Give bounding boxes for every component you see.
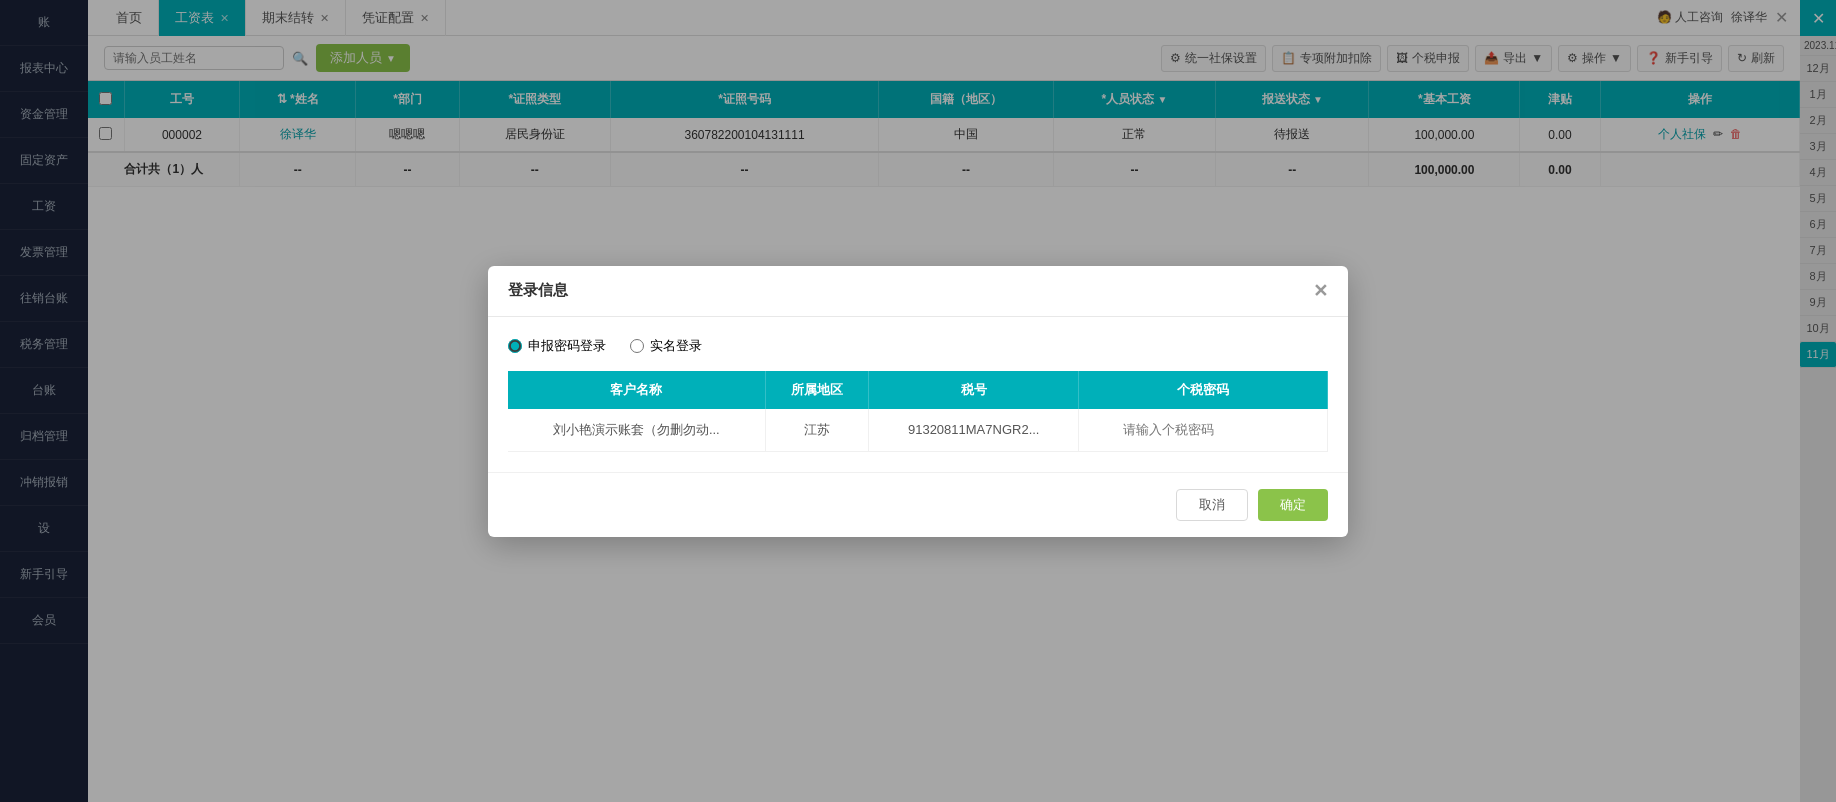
- client-tax-password-cell: [1079, 409, 1328, 452]
- dialog-close-button[interactable]: ✕: [1313, 280, 1328, 302]
- cancel-button[interactable]: 取消: [1176, 489, 1248, 521]
- client-table: 客户名称 所属地区 税号 个税密码 刘小艳演示账套（勿删勿动... 江苏 913…: [508, 371, 1328, 452]
- radio-realname-login[interactable]: 实名登录: [630, 337, 702, 355]
- dialog-body: 申报密码登录 实名登录 客户名称 所属地区 税号 个税密码: [488, 317, 1348, 472]
- col-tax-password: 个税密码: [1079, 371, 1328, 409]
- col-client-name: 客户名称: [508, 371, 765, 409]
- confirm-button[interactable]: 确定: [1258, 489, 1328, 521]
- login-dialog: 登录信息 ✕ 申报密码登录 实名登录 客户名称 所属地区: [488, 266, 1348, 537]
- dialog-header: 登录信息 ✕: [488, 266, 1348, 317]
- client-tax-number-cell: 91320811MA7NGR2...: [869, 409, 1079, 452]
- tax-password-input[interactable]: [1123, 422, 1283, 437]
- col-tax-number: 税号: [869, 371, 1079, 409]
- radio-password-login[interactable]: 申报密码登录: [508, 337, 606, 355]
- client-name-cell: 刘小艳演示账套（勿删勿动...: [508, 409, 765, 452]
- col-region: 所属地区: [765, 371, 868, 409]
- client-region-cell: 江苏: [765, 409, 868, 452]
- modal-overlay: 登录信息 ✕ 申报密码登录 实名登录 客户名称 所属地区: [0, 0, 1836, 802]
- radio-password-input[interactable]: [508, 339, 522, 353]
- radio-realname-input[interactable]: [630, 339, 644, 353]
- dialog-title: 登录信息: [508, 281, 568, 300]
- login-type-radio-group: 申报密码登录 实名登录: [508, 337, 1328, 355]
- client-row: 刘小艳演示账套（勿删勿动... 江苏 91320811MA7NGR2...: [508, 409, 1328, 452]
- dialog-footer: 取消 确定: [488, 472, 1348, 537]
